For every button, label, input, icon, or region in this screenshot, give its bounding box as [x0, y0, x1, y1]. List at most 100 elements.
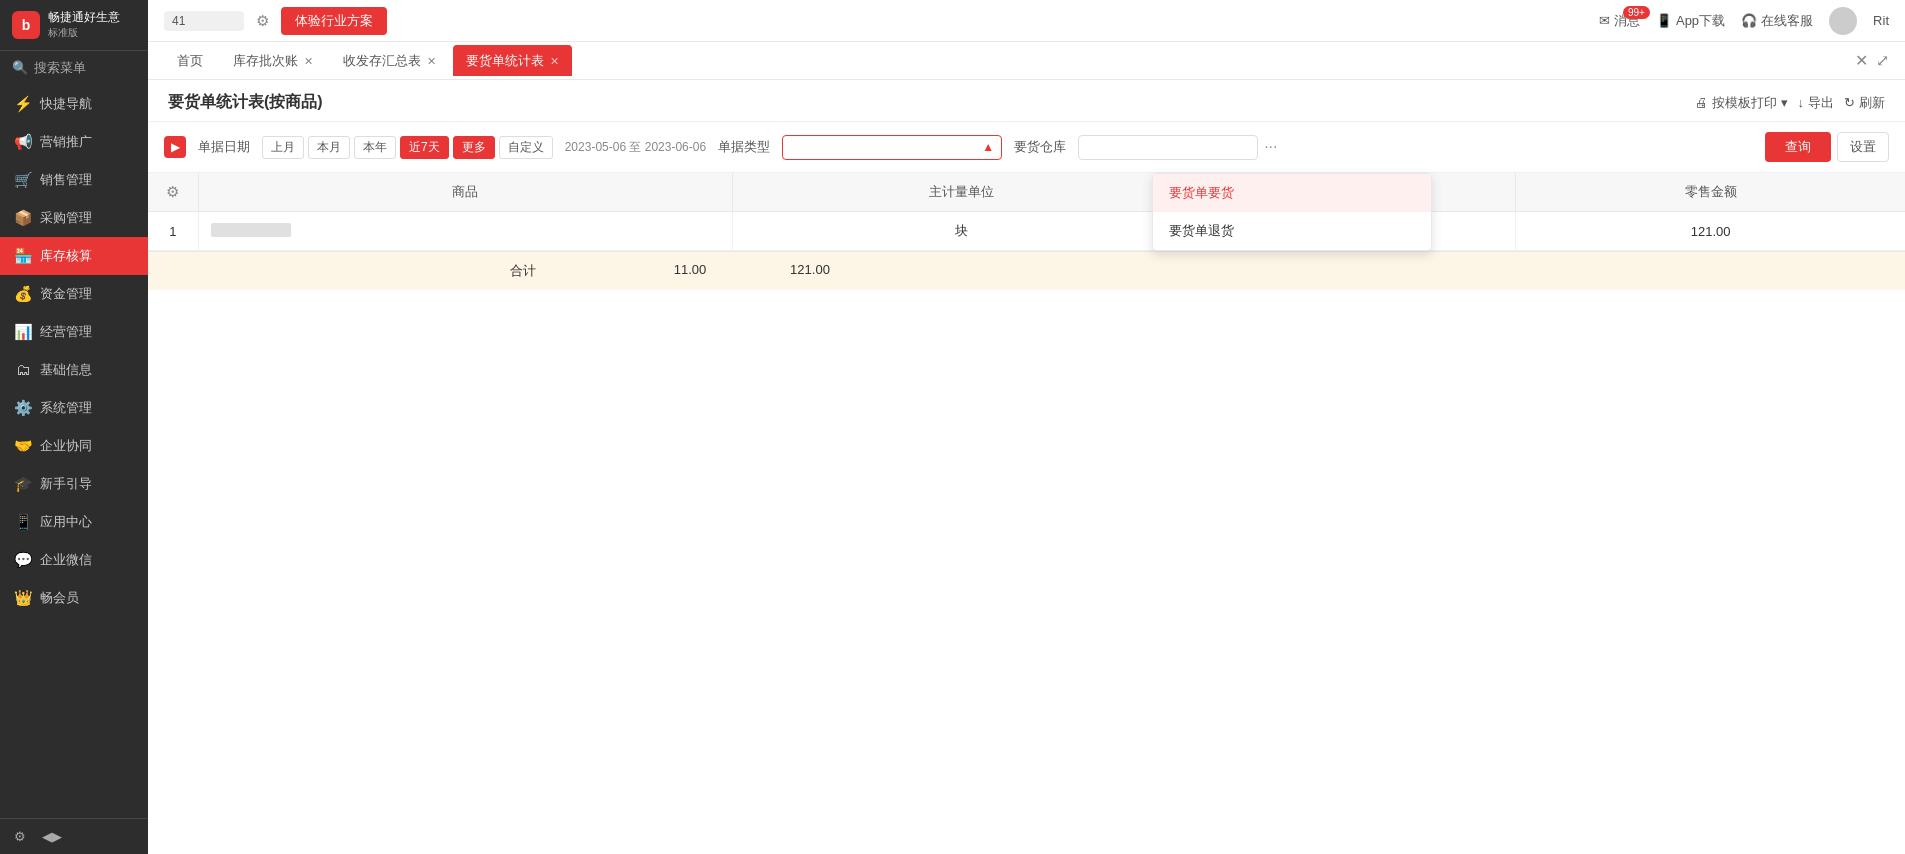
type-select-input[interactable]	[782, 135, 1002, 160]
warehouse-more-icon[interactable]: ···	[1264, 138, 1277, 156]
sidebar-item-label: 资金管理	[40, 285, 92, 303]
sidebar-item-label: 营销推广	[40, 133, 92, 151]
filter-actions: 查询 设置	[1765, 132, 1889, 162]
operations-icon: 📊	[14, 323, 32, 341]
footer-empty3	[410, 262, 510, 280]
footer-amount: 121.00	[750, 262, 870, 280]
td-amount: 121.00	[1516, 212, 1905, 251]
tabs-close-all-button[interactable]: ✕	[1855, 51, 1868, 70]
trial-button[interactable]: 体验行业方案	[281, 7, 387, 35]
date-range: 2023-05-06 至 2023-06-06	[565, 139, 706, 156]
column-settings-icon[interactable]: ⚙	[166, 183, 179, 200]
sidebar-item-finance[interactable]: 💰 资金管理	[0, 275, 148, 313]
purchase-icon: 📦	[14, 209, 32, 227]
settings-button[interactable]: 设置	[1837, 132, 1889, 162]
footer-label: 合计	[510, 262, 630, 280]
sidebar-item-basic[interactable]: 🗂 基础信息	[0, 351, 148, 389]
dropdown-option-return[interactable]: 要货单退货	[1153, 212, 1431, 250]
quick-nav-icon: ⚡	[14, 95, 32, 113]
export-icon: ↓	[1798, 95, 1805, 110]
print-dropdown-icon: ▾	[1781, 95, 1788, 110]
table-body: 1 块 11.00 121.00	[148, 212, 1905, 251]
page-content: 要货单统计表(按商品) 🖨 按模板打印 ▾ ↓ 导出 ↻ 刷新 ▶	[148, 80, 1905, 854]
download-icon: 📱	[1656, 13, 1672, 28]
dropdown-option-require[interactable]: 要货单要货	[1153, 174, 1431, 212]
tabs-maximize-button[interactable]: ⤢	[1876, 51, 1889, 70]
sidebar-item-inventory[interactable]: 🏪 库存核算	[0, 237, 148, 275]
table-footer: 合计 11.00 121.00	[148, 251, 1905, 290]
date-last-month[interactable]: 上月	[262, 136, 304, 159]
messages-badge-item[interactable]: ✉ 消息 99+	[1599, 12, 1640, 30]
date-this-year[interactable]: 本年	[354, 136, 396, 159]
sidebar-item-sales[interactable]: 🛒 销售管理	[0, 161, 148, 199]
query-button[interactable]: 查询	[1765, 132, 1831, 162]
export-label: 导出	[1808, 94, 1834, 112]
filter-bar: ▶ 单据日期 上月 本月 本年 近7天 更多 自定义 2023-05-06 至 …	[148, 122, 1905, 173]
app-download-item[interactable]: 📱 App下载	[1656, 12, 1725, 30]
inventory-icon: 🏪	[14, 247, 32, 265]
tabs-bar: 首页 库存批次账 ✕ 收发存汇总表 ✕ 要货单统计表 ✕ ✕ ⤢	[148, 42, 1905, 80]
print-button[interactable]: 🖨 按模板打印 ▾	[1695, 94, 1788, 112]
sidebar-item-member[interactable]: 👑 畅会员	[0, 579, 148, 617]
sidebar-item-operations[interactable]: 📊 经营管理	[0, 313, 148, 351]
sidebar-item-guide[interactable]: 🎓 新手引导	[0, 465, 148, 503]
page-header-actions: 🖨 按模板打印 ▾ ↓ 导出 ↻ 刷新	[1695, 94, 1886, 112]
online-service-item[interactable]: 🎧 在线客服	[1741, 12, 1813, 30]
date-7days[interactable]: 近7天	[400, 136, 449, 159]
table-container: ⚙ 商品 主计量单位 主数量 零售金额	[148, 173, 1905, 251]
search-label: 搜索菜单	[34, 59, 86, 77]
print-icon: 🖨	[1695, 95, 1708, 110]
type-label: 单据类型	[718, 138, 770, 156]
sidebar-item-app-center[interactable]: 📱 应用中心	[0, 503, 148, 541]
sidebar-item-purchase[interactable]: 📦 采购管理	[0, 199, 148, 237]
sidebar-item-label: 库存核算	[40, 247, 92, 265]
sidebar-item-system[interactable]: ⚙️ 系统管理	[0, 389, 148, 427]
date-this-month[interactable]: 本月	[308, 136, 350, 159]
th-gear-col: ⚙	[148, 173, 198, 212]
sidebar-item-label: 基础信息	[40, 361, 92, 379]
refresh-button[interactable]: ↻ 刷新	[1844, 94, 1885, 112]
tabs-actions: ✕ ⤢	[1855, 51, 1889, 70]
type-select-arrow[interactable]: ▲	[982, 140, 994, 154]
tab-order-stats[interactable]: 要货单统计表 ✕	[453, 45, 572, 76]
warehouse-input[interactable]	[1078, 135, 1258, 160]
avatar[interactable]	[1829, 7, 1857, 35]
date-more[interactable]: 更多	[453, 136, 495, 159]
tab-order-stats-close[interactable]: ✕	[550, 55, 559, 68]
filter-expand-button[interactable]: ▶	[164, 136, 186, 158]
search-menu[interactable]: 🔍 搜索菜单	[0, 51, 148, 85]
sidebar-item-label: 采购管理	[40, 209, 92, 227]
marketing-icon: 📢	[14, 133, 32, 151]
sidebar-item-marketing[interactable]: 📢 营销推广	[0, 123, 148, 161]
sidebar-item-wechat[interactable]: 💬 企业微信	[0, 541, 148, 579]
tab-receive-summary-close[interactable]: ✕	[427, 55, 436, 68]
sidebar-collapse-icon[interactable]: ◀▶	[42, 829, 62, 844]
td-seq: 1	[148, 212, 198, 251]
sidebar-item-label: 经营管理	[40, 323, 92, 341]
header-left: ⚙ 体验行业方案	[164, 7, 387, 35]
tab-receive-summary-label: 收发存汇总表	[343, 52, 421, 70]
tab-batch-ledger-close[interactable]: ✕	[304, 55, 313, 68]
dropdown-option-require-label: 要货单要货	[1169, 185, 1234, 200]
main-area: ⚙ 体验行业方案 ✉ 消息 99+ 📱 App下载 🎧 在线客服 Rit 首页	[148, 0, 1905, 854]
app-sub: 标准版	[48, 26, 120, 40]
sidebar-item-label: 企业协同	[40, 437, 92, 455]
sidebar-settings-icon[interactable]: ⚙	[14, 829, 26, 844]
dropdown-option-return-label: 要货单退货	[1169, 223, 1234, 238]
system-icon: ⚙️	[14, 399, 32, 417]
message-icon: ✉	[1599, 13, 1610, 28]
tab-number-input[interactable]	[164, 11, 244, 31]
header-right: ✉ 消息 99+ 📱 App下载 🎧 在线客服 Rit	[1599, 7, 1889, 35]
tab-home[interactable]: 首页	[164, 45, 216, 76]
sidebar-item-cooperation[interactable]: 🤝 企业协同	[0, 427, 148, 465]
tab-batch-ledger[interactable]: 库存批次账 ✕	[220, 45, 326, 76]
tab-receive-summary[interactable]: 收发存汇总表 ✕	[330, 45, 449, 76]
guide-icon: 🎓	[14, 475, 32, 493]
date-custom[interactable]: 自定义	[499, 136, 553, 159]
online-service-label: 在线客服	[1761, 12, 1813, 30]
sidebar-item-quick-nav[interactable]: ⚡ 快捷导航	[0, 85, 148, 123]
export-button[interactable]: ↓ 导出	[1798, 94, 1835, 112]
header-gear-icon[interactable]: ⚙	[256, 12, 269, 30]
wechat-icon: 💬	[14, 551, 32, 569]
sidebar-item-label: 应用中心	[40, 513, 92, 531]
